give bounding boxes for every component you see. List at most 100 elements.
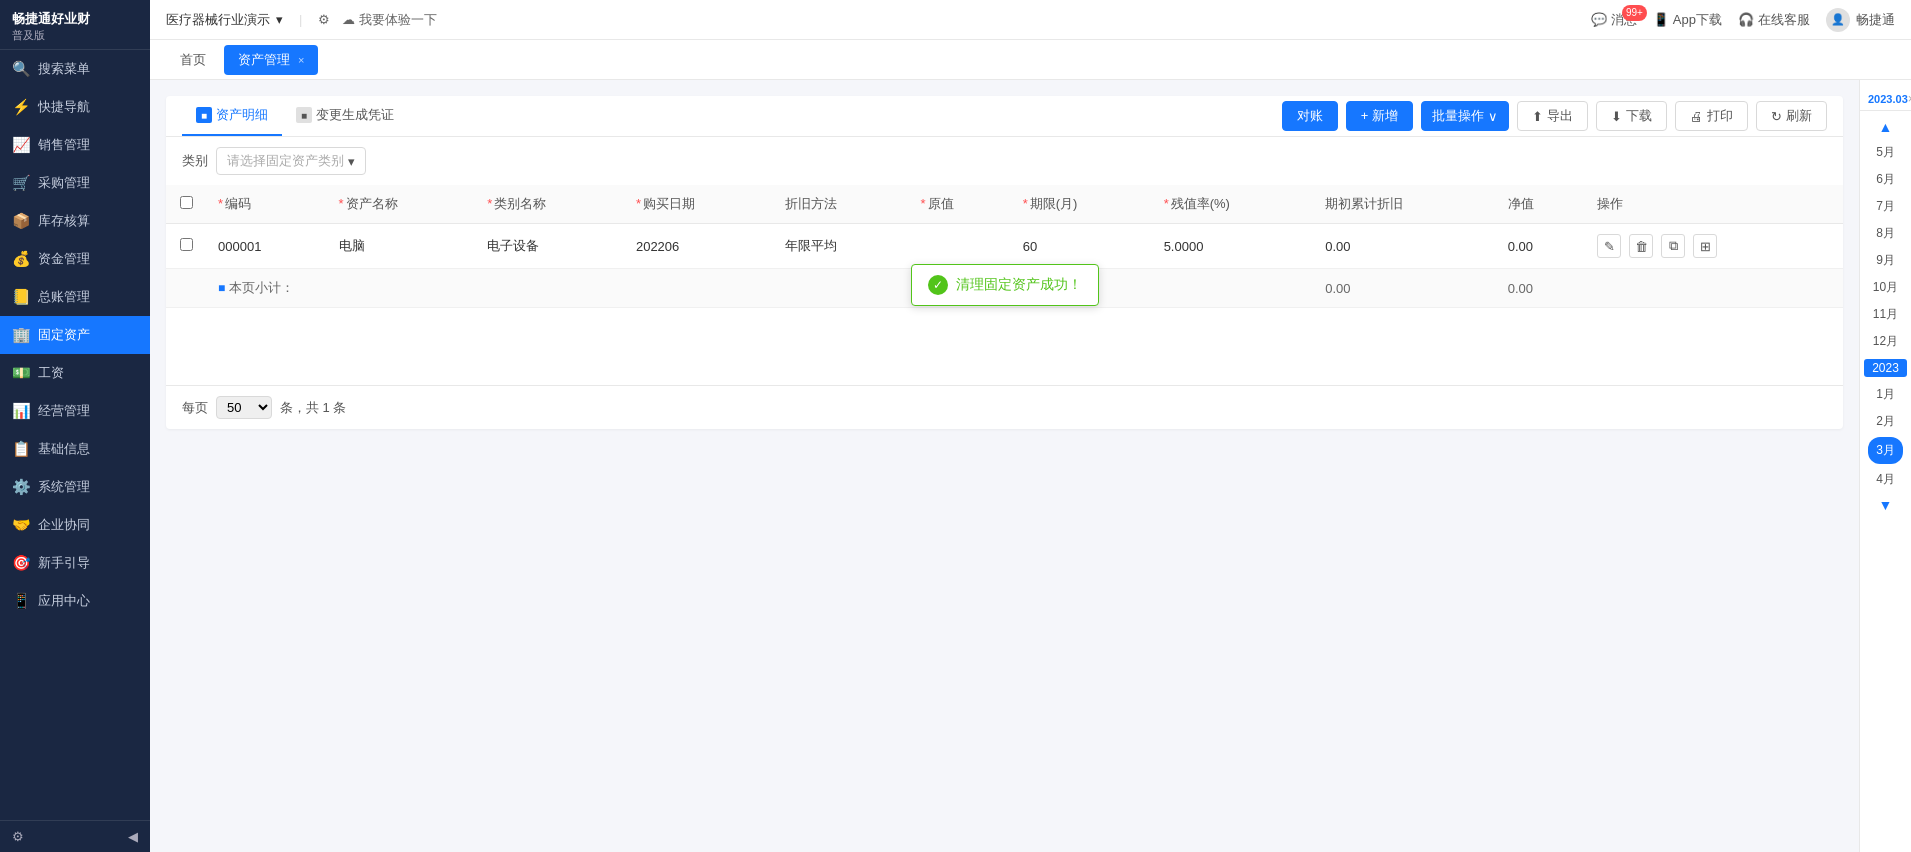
sidebar: 畅捷通好业财 普及版 🔍搜索菜单⚡快捷导航📈销售管理🛒采购管理 📦 库存核算 💰资金管…: [0, 0, 150, 852]
subtotal-net: 0.00: [1496, 269, 1585, 308]
month-item[interactable]: 6月: [1860, 166, 1911, 193]
copy-btn[interactable]: ⧉: [1661, 234, 1685, 258]
per-page-select[interactable]: 50 100: [216, 396, 272, 419]
main-card: ■ 资产明细 ■ 变更生成凭证 对账 + 新增 批量操作 ∨: [166, 96, 1843, 429]
sidebar-icon-search: 🔍: [12, 60, 30, 78]
month-item[interactable]: 10月: [1860, 274, 1911, 301]
tab-home[interactable]: 首页: [166, 45, 220, 75]
th-checkbox: [166, 185, 206, 224]
service-btn[interactable]: 🎧 在线客服: [1738, 11, 1810, 29]
logo-sub: 普及版: [12, 28, 138, 43]
asset-detail-icon: ■: [196, 107, 212, 123]
month-item[interactable]: 2月: [1860, 408, 1911, 435]
sidebar-icon-basic-info: 📋: [12, 440, 30, 458]
company-selector[interactable]: 医疗器械行业演示 ▾: [166, 11, 283, 29]
month-item[interactable]: 11月: [1860, 301, 1911, 328]
row-checkbox-0[interactable]: [180, 238, 193, 251]
collapse-icon[interactable]: ◀: [128, 829, 138, 844]
refresh-label: 刷新: [1786, 107, 1812, 125]
username: 畅捷通: [1856, 11, 1895, 29]
refresh-btn[interactable]: ↻ 刷新: [1756, 101, 1827, 131]
settings-icon[interactable]: ⚙: [12, 829, 24, 844]
delete-btn[interactable]: 🗑: [1629, 234, 1653, 258]
app-download-label: App下载: [1673, 11, 1722, 29]
sidebar-item-inventory[interactable]: 📦 库存核算: [0, 202, 150, 240]
experience-btn[interactable]: ☁ 我要体验一下: [342, 11, 437, 29]
month-item[interactable]: 7月: [1860, 193, 1911, 220]
reconcile-btn[interactable]: 对账: [1282, 101, 1338, 131]
month-item[interactable]: 12月: [1860, 328, 1911, 355]
sidebar-item-ledger[interactable]: 📒总账管理: [0, 278, 150, 316]
export-icon: ⬆: [1532, 109, 1543, 124]
topbar-divider: |: [299, 12, 302, 27]
tab-asset-mgmt[interactable]: 资产管理 ×: [224, 45, 318, 75]
month-item[interactable]: 5月: [1860, 139, 1911, 166]
download-btn[interactable]: ⬇ 下载: [1596, 101, 1667, 131]
gear-icon[interactable]: ⚙: [318, 12, 330, 27]
sidebar-label-sales: 销售管理: [38, 136, 90, 154]
sidebar-item-search[interactable]: 🔍搜索菜单: [0, 50, 150, 88]
row-original-value: [909, 224, 1011, 269]
row-checkbox-cell: [166, 224, 206, 269]
sidebar-label-system: 系统管理: [38, 478, 90, 496]
month-item[interactable]: 1月: [1860, 381, 1911, 408]
tab-home-label: 首页: [180, 51, 206, 69]
avatar-btn[interactable]: 👤 畅捷通: [1826, 8, 1895, 32]
tabsbar: 首页 资产管理 ×: [150, 40, 1911, 80]
main-area: 医疗器械行业演示 ▾ | ⚙ ☁ 我要体验一下 💬 消息 99+ 📱 App下载…: [150, 0, 1911, 852]
month-item[interactable]: 8月: [1860, 220, 1911, 247]
sidebar-item-operations[interactable]: 📊经营管理: [0, 392, 150, 430]
sub-tab-change-voucher[interactable]: ■ 变更生成凭证: [282, 96, 408, 136]
download-icon: ⬇: [1611, 109, 1622, 124]
success-message: 清理固定资产成功！: [956, 276, 1082, 294]
select-all-checkbox[interactable]: [180, 196, 193, 209]
row-depreciation-method: 年限平均: [773, 224, 909, 269]
sidebar-item-quick-nav[interactable]: ⚡快捷导航: [0, 88, 150, 126]
month-item[interactable]: 4月: [1860, 466, 1911, 493]
sidebar-item-funds[interactable]: 💰资金管理: [0, 240, 150, 278]
months-after-list: 1月2月3月4月: [1860, 381, 1911, 493]
row-code: 000001: [206, 224, 327, 269]
row-purchase-date: 202206: [624, 224, 773, 269]
batch-btn[interactable]: 批量操作 ∨: [1421, 101, 1509, 131]
tab-asset-label: 资产管理: [238, 51, 290, 69]
month-item[interactable]: 3月: [1868, 437, 1903, 464]
sidebar-item-enterprise[interactable]: 🤝企业协同: [0, 506, 150, 544]
sidebar-logo: 畅捷通好业财 普及版: [0, 0, 150, 50]
sidebar-item-fixed-assets[interactable]: 🏢固定资产: [0, 316, 150, 354]
sidebar-item-purchase[interactable]: 🛒采购管理: [0, 164, 150, 202]
category-select[interactable]: 请选择固定资产类别 ▾: [216, 147, 366, 175]
scroll-up-btn[interactable]: ▲: [1877, 117, 1895, 137]
row-period: 60: [1011, 224, 1152, 269]
sidebar-item-app-center[interactable]: 📱应用中心: [0, 582, 150, 620]
sidebar-label-app-center: 应用中心: [38, 592, 90, 610]
panel-year-badge: 2023: [1864, 359, 1907, 377]
service-label: 在线客服: [1758, 11, 1810, 29]
sidebar-item-basic-info[interactable]: 📋基础信息: [0, 430, 150, 468]
app-download-btn[interactable]: 📱 App下载: [1653, 11, 1722, 29]
month-item[interactable]: 9月: [1860, 247, 1911, 274]
th-original-value: *原值: [909, 185, 1011, 224]
scroll-down-btn[interactable]: ▼: [1877, 495, 1895, 515]
message-btn[interactable]: 💬 消息 99+: [1591, 11, 1637, 29]
tab-close-icon[interactable]: ×: [298, 54, 304, 66]
edit-btn[interactable]: ✎: [1597, 234, 1621, 258]
sidebar-item-system[interactable]: ⚙️系统管理: [0, 468, 150, 506]
avatar-icon: 👤: [1831, 13, 1845, 26]
sidebar-icon-inventory: 📦: [12, 212, 30, 230]
subtotal-label: ■ 本页小计：: [206, 269, 909, 308]
sidebar-label-purchase: 采购管理: [38, 174, 90, 192]
change-voucher-icon: ■: [296, 107, 312, 123]
export-btn[interactable]: ⬆ 导出: [1517, 101, 1588, 131]
sidebar-item-payroll[interactable]: 💵工资: [0, 354, 150, 392]
print-btn[interactable]: 🖨 打印: [1675, 101, 1748, 131]
total-label: 条，共 1 条: [280, 399, 346, 417]
new-btn[interactable]: + 新增: [1346, 101, 1413, 131]
more-btn[interactable]: ⊞: [1693, 234, 1717, 258]
sidebar-label-inventory: 库存核算: [38, 212, 90, 230]
sidebar-item-sales[interactable]: 📈销售管理: [0, 126, 150, 164]
sidebar-item-guide[interactable]: 🎯新手引导: [0, 544, 150, 582]
sub-tabs: ■ 资产明细 ■ 变更生成凭证 对账 + 新增 批量操作 ∨: [166, 96, 1843, 137]
sub-tab-asset-detail[interactable]: ■ 资产明细: [182, 96, 282, 136]
export-label: 导出: [1547, 107, 1573, 125]
